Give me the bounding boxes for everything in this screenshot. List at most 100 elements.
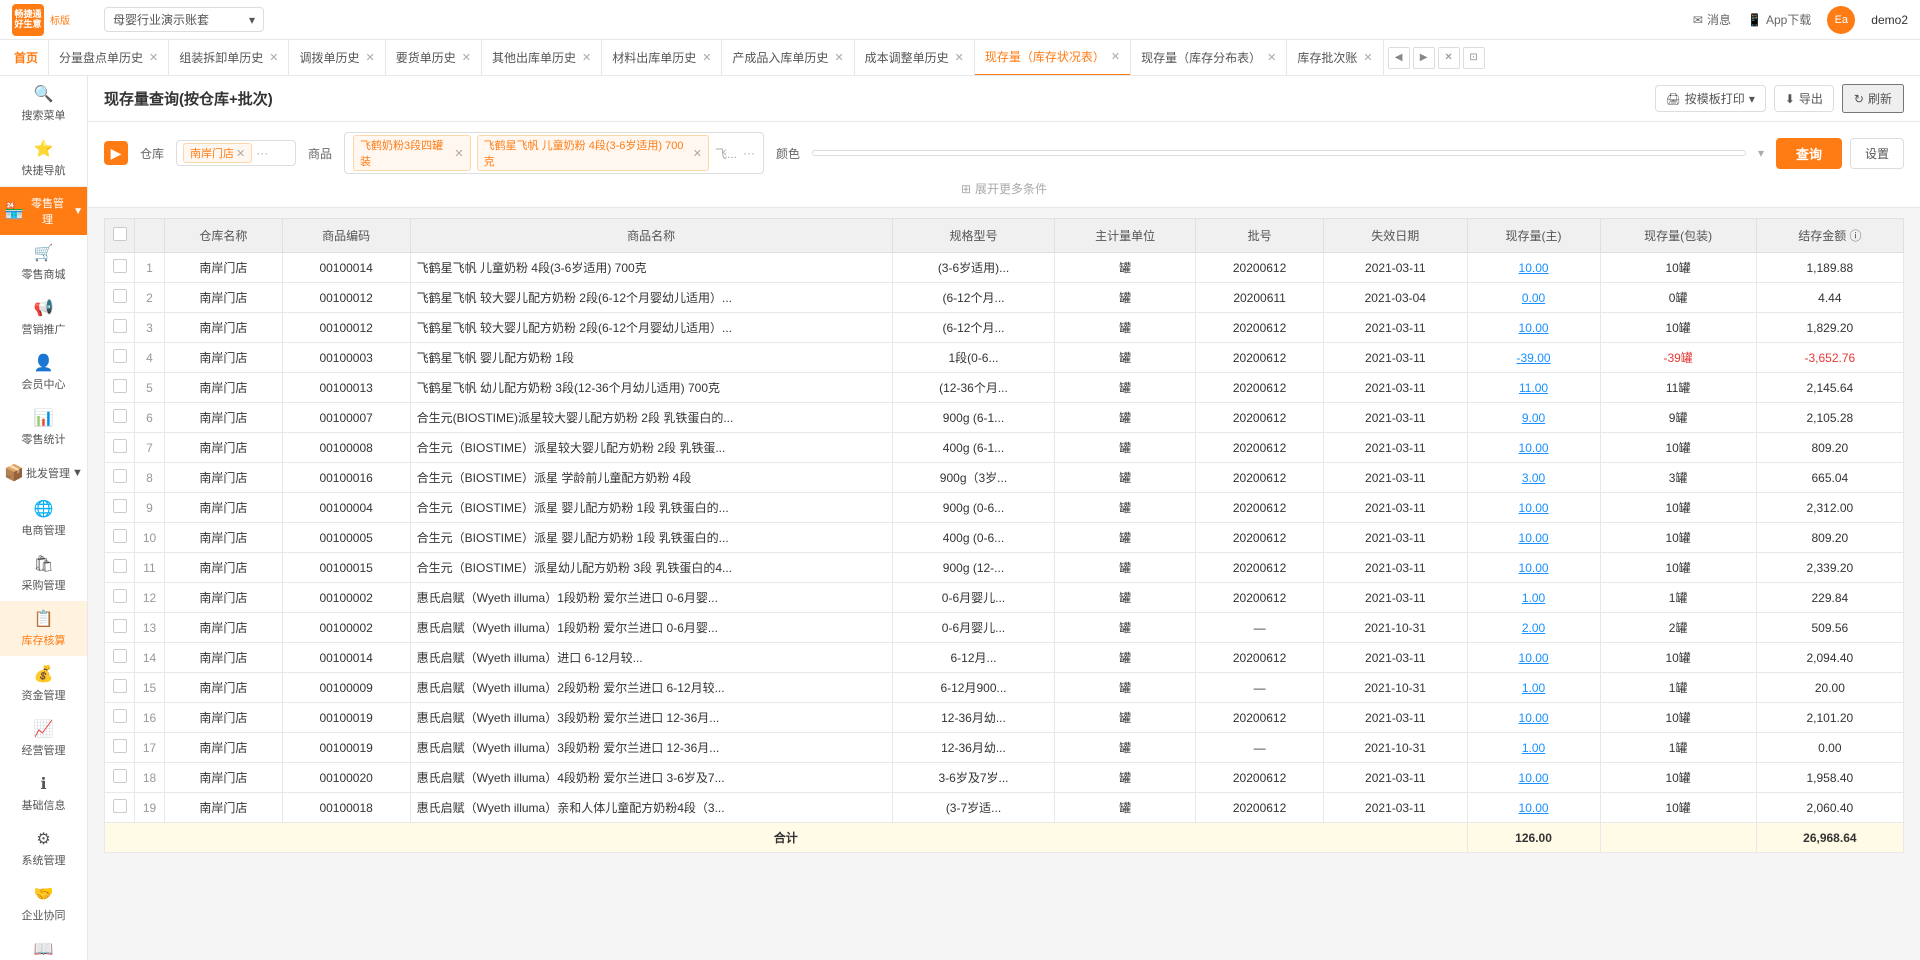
cell-checkbox-12[interactable] <box>105 613 135 643</box>
row-checkbox-3[interactable] <box>113 349 127 363</box>
sidebar-item-sys[interactable]: ⚙ 系统管理 <box>0 821 87 876</box>
row-checkbox-13[interactable] <box>113 649 127 663</box>
sidebar-item-corp[interactable]: 🤝 企业协同 <box>0 876 87 931</box>
close-cost-adjust-icon[interactable]: ✕ <box>955 51 964 64</box>
close-require-icon[interactable]: ✕ <box>462 51 471 64</box>
cell-checkbox-6[interactable] <box>105 433 135 463</box>
close-batch-ledger-icon[interactable]: ✕ <box>1363 51 1372 64</box>
sidebar-item-retail-shop[interactable]: 🛒 零售商城 <box>0 235 87 290</box>
sidebar-item-wholesale[interactable]: 📦 批发管理 ▼ <box>0 455 87 491</box>
sidebar-item-shortcut[interactable]: ⭐ 快捷导航 <box>0 131 87 186</box>
sidebar-item-marketing[interactable]: 📢 营销推广 <box>0 290 87 345</box>
tab-dismantle[interactable]: 组装拆卸单历史 ✕ <box>169 40 289 76</box>
cell-checkbox-15[interactable] <box>105 703 135 733</box>
sidebar-item-guide[interactable]: 📖 新手引导 <box>0 931 87 960</box>
product-tag-1-remove-icon[interactable]: ✕ <box>454 147 463 160</box>
cell-checkbox-4[interactable] <box>105 373 135 403</box>
row-checkbox-0[interactable] <box>113 259 127 273</box>
cell-checkbox-8[interactable] <box>105 493 135 523</box>
settings-btn[interactable]: 设置 <box>1850 138 1904 169</box>
cell-qty-main-16[interactable]: 1.00 <box>1467 733 1600 763</box>
tab-home[interactable]: 首页 <box>4 40 49 76</box>
tab-product-in[interactable]: 产成品入库单历史 ✕ <box>722 40 854 76</box>
cell-qty-main-12[interactable]: 2.00 <box>1467 613 1600 643</box>
cell-qty-main-7[interactable]: 3.00 <box>1467 463 1600 493</box>
row-checkbox-7[interactable] <box>113 469 127 483</box>
cell-qty-main-13[interactable]: 10.00 <box>1467 643 1600 673</box>
cell-qty-main-3[interactable]: -39.00 <box>1467 343 1600 373</box>
sidebar-item-retail-stats[interactable]: 📊 零售统计 <box>0 400 87 455</box>
tab-split[interactable]: 分量盘点单历史 ✕ <box>49 40 169 76</box>
query-btn[interactable]: 查询 <box>1776 138 1842 169</box>
close-split-icon[interactable]: ✕ <box>149 51 158 64</box>
row-checkbox-5[interactable] <box>113 409 127 423</box>
tab-cost-adjust[interactable]: 成本调整单历史 ✕ <box>855 40 975 76</box>
cell-checkbox-9[interactable] <box>105 523 135 553</box>
export-btn[interactable]: ⬇ 导出 <box>1774 85 1834 112</box>
warehouse-filter-group[interactable]: 南岸门店 ✕ ··· <box>176 140 296 166</box>
cell-qty-main-2[interactable]: 10.00 <box>1467 313 1600 343</box>
warehouse-tag[interactable]: 南岸门店 ✕ <box>183 143 252 163</box>
row-checkbox-4[interactable] <box>113 379 127 393</box>
cell-checkbox-10[interactable] <box>105 553 135 583</box>
cell-checkbox-17[interactable] <box>105 763 135 793</box>
product-filter-group[interactable]: 飞鹤奶粉3段四罐装 ✕ 飞鹤星飞帆 儿童奶粉 4段(3-6岁适用) 700克 ✕… <box>344 132 764 174</box>
select-all-checkbox[interactable] <box>113 227 127 241</box>
tab-adjust[interactable]: 调拨单历史 ✕ <box>289 40 385 76</box>
warehouse-more-icon[interactable]: ··· <box>256 146 268 160</box>
tab-other-out[interactable]: 其他出库单历史 ✕ <box>482 40 602 76</box>
cell-qty-main-18[interactable]: 10.00 <box>1467 793 1600 823</box>
row-checkbox-10[interactable] <box>113 559 127 573</box>
expand-more-btn[interactable]: ⊞ 展开更多条件 <box>961 180 1047 197</box>
row-checkbox-9[interactable] <box>113 529 127 543</box>
tab-stock-status[interactable]: 现存量（库存状况表） ✕ <box>975 40 1131 76</box>
sidebar-item-purchase[interactable]: 🛍 采购管理 <box>0 546 87 601</box>
sidebar-item-biz[interactable]: 📈 经营管理 <box>0 711 87 766</box>
row-checkbox-17[interactable] <box>113 769 127 783</box>
cell-checkbox-18[interactable] <box>105 793 135 823</box>
close-other-out-icon[interactable]: ✕ <box>582 51 591 64</box>
sidebar-item-finance[interactable]: 💰 资金管理 <box>0 656 87 711</box>
app-download-btn[interactable]: 📱 App下载 <box>1747 11 1811 28</box>
cell-checkbox-3[interactable] <box>105 343 135 373</box>
cell-qty-main-15[interactable]: 10.00 <box>1467 703 1600 733</box>
close-dismantle-icon[interactable]: ✕ <box>269 51 278 64</box>
sidebar-item-member[interactable]: 👤 会员中心 <box>0 345 87 400</box>
company-selector[interactable]: 母婴行业演示账套 ▾ <box>104 7 264 32</box>
cell-checkbox-5[interactable] <box>105 403 135 433</box>
warehouse-tag-remove-icon[interactable]: ✕ <box>236 147 245 160</box>
cell-qty-main-11[interactable]: 1.00 <box>1467 583 1600 613</box>
refresh-btn[interactable]: ↻ 刷新 <box>1842 84 1904 113</box>
cell-checkbox-11[interactable] <box>105 583 135 613</box>
cell-qty-main-14[interactable]: 1.00 <box>1467 673 1600 703</box>
product-more-icon[interactable]: ··· <box>743 146 755 160</box>
cell-checkbox-2[interactable] <box>105 313 135 343</box>
row-checkbox-8[interactable] <box>113 499 127 513</box>
row-checkbox-2[interactable] <box>113 319 127 333</box>
product-tag-1[interactable]: 飞鹤奶粉3段四罐装 ✕ <box>353 135 471 171</box>
row-checkbox-11[interactable] <box>113 589 127 603</box>
sidebar-item-ecom[interactable]: 🌐 电商管理 <box>0 491 87 546</box>
tab-batch-ledger[interactable]: 库存批次账 ✕ <box>1287 40 1383 76</box>
cell-checkbox-14[interactable] <box>105 673 135 703</box>
close-product-in-icon[interactable]: ✕ <box>834 51 843 64</box>
tab-material-out[interactable]: 材料出库单历史 ✕ <box>602 40 722 76</box>
row-checkbox-15[interactable] <box>113 709 127 723</box>
cell-qty-main-6[interactable]: 10.00 <box>1467 433 1600 463</box>
sidebar-item-inventory[interactable]: 📋 库存核算 <box>0 601 87 656</box>
cell-qty-main-0[interactable]: 10.00 <box>1467 253 1600 283</box>
cell-qty-main-17[interactable]: 10.00 <box>1467 763 1600 793</box>
tab-stock-dist[interactable]: 现存量（库存分布表） ✕ <box>1131 40 1287 76</box>
tab-require[interactable]: 要货单历史 ✕ <box>386 40 482 76</box>
cell-checkbox-7[interactable] <box>105 463 135 493</box>
sidebar-item-retail[interactable]: 🏪 零售管理 ▼ <box>0 187 87 235</box>
cell-checkbox-1[interactable] <box>105 283 135 313</box>
filter-expand-btn[interactable]: ▶ <box>104 141 128 165</box>
cell-checkbox-13[interactable] <box>105 643 135 673</box>
print-btn[interactable]: 🖨 按模板打印 ▾ <box>1655 85 1766 112</box>
sidebar-item-basic[interactable]: ℹ 基础信息 <box>0 766 87 821</box>
close-stock-status-icon[interactable]: ✕ <box>1111 50 1120 63</box>
row-checkbox-12[interactable] <box>113 619 127 633</box>
cell-qty-main-1[interactable]: 0.00 <box>1467 283 1600 313</box>
row-checkbox-14[interactable] <box>113 679 127 693</box>
